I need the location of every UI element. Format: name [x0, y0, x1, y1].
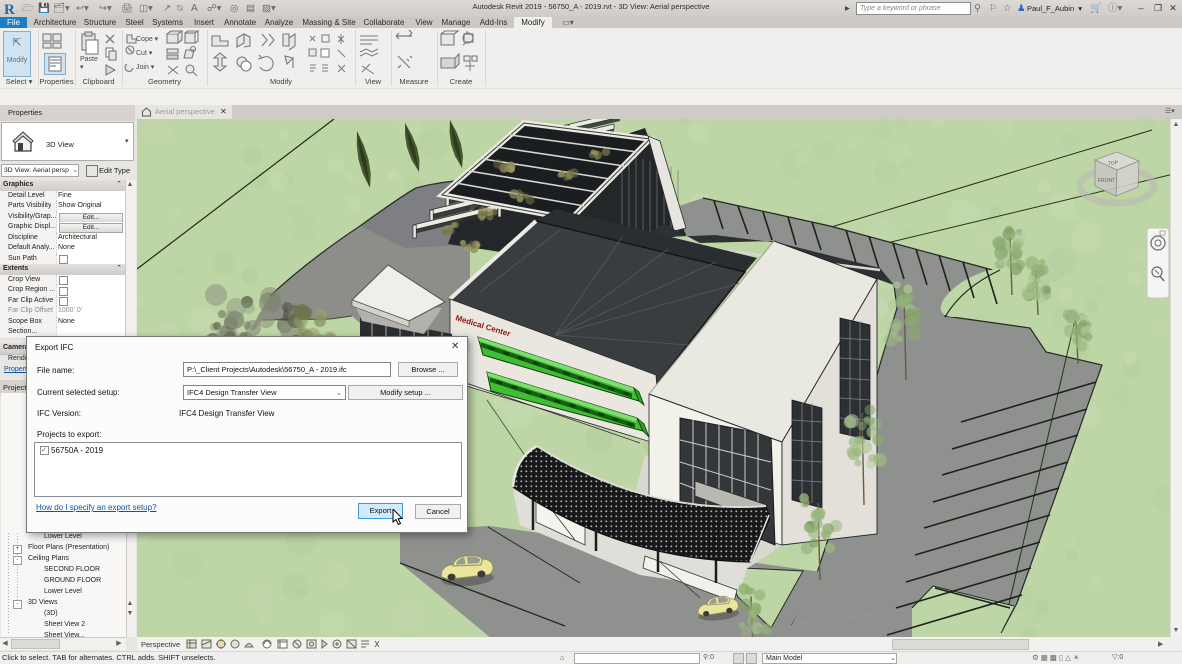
- svg-text:FRONT: FRONT: [1098, 178, 1115, 184]
- svg-text:TOP: TOP: [1108, 160, 1119, 167]
